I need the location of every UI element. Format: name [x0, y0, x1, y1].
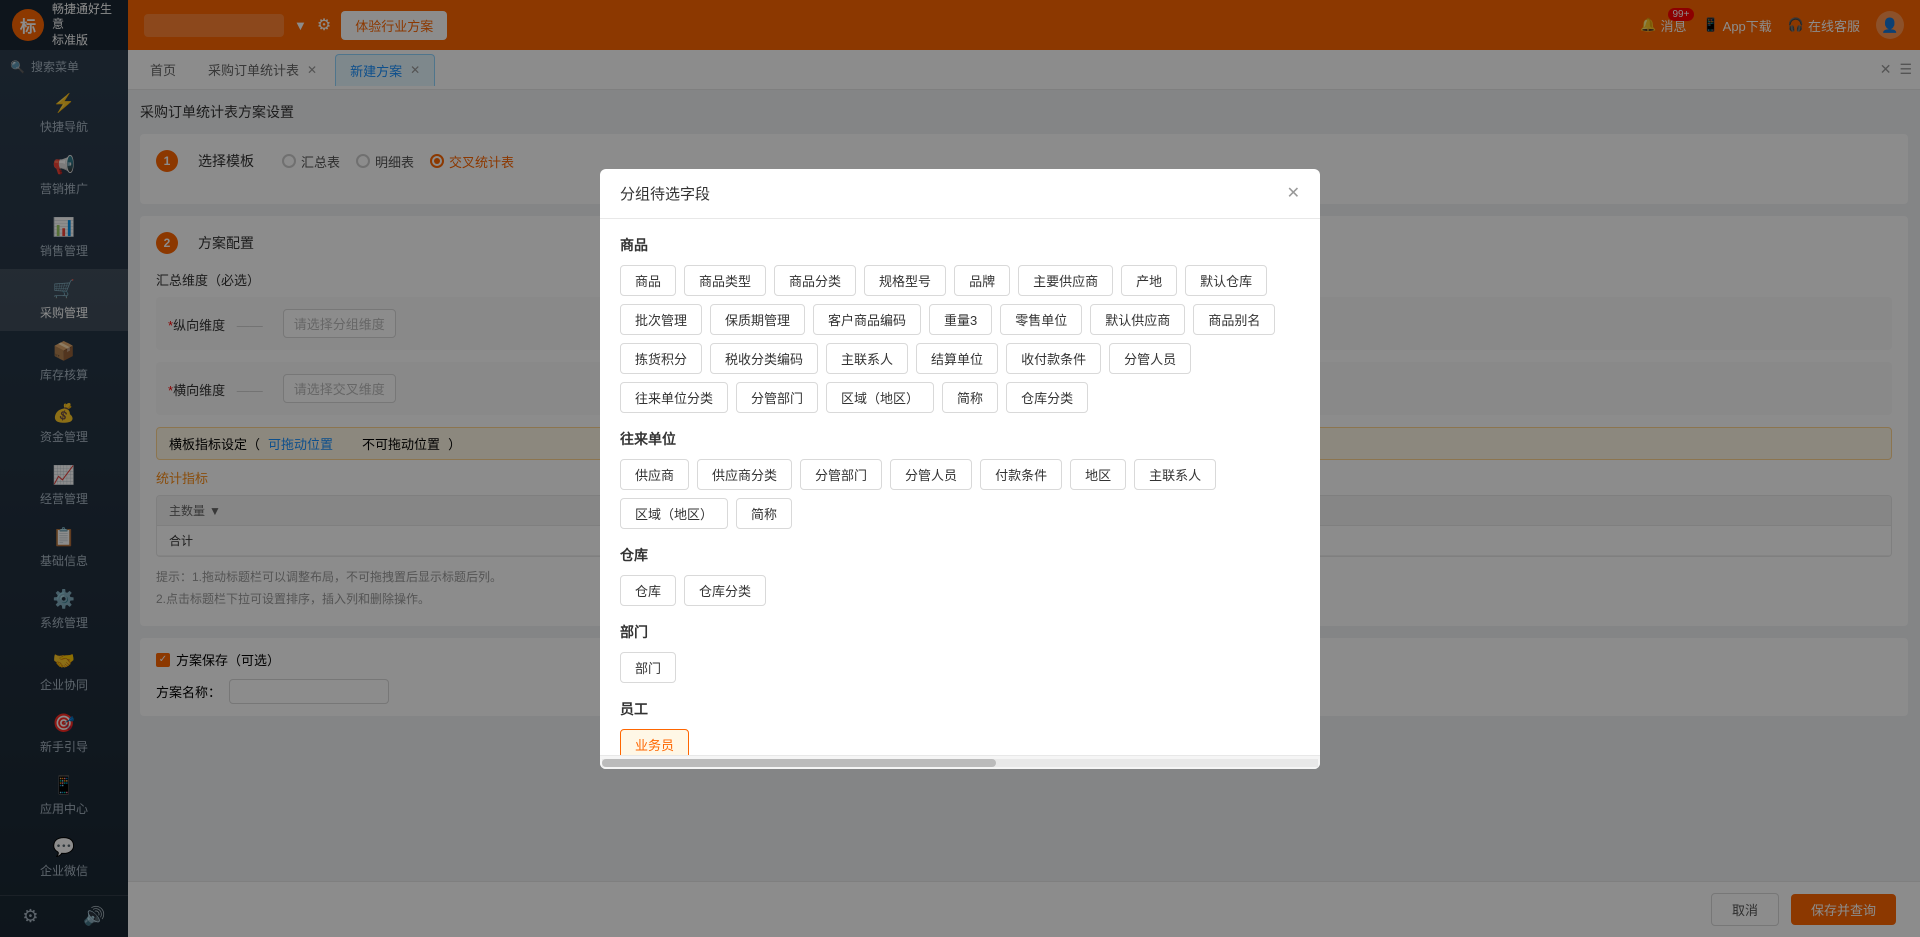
field-chip-product-2[interactable]: 商品分类	[774, 265, 856, 296]
field-chip-product-12[interactable]: 零售单位	[1000, 304, 1082, 335]
field-group-title-product: 商品	[620, 235, 1300, 255]
field-group-title-warehouse: 仓库	[620, 545, 1300, 565]
field-chips-product: 商品商品类型商品分类规格型号品牌主要供应商产地默认仓库批次管理保质期管理客户商品…	[620, 265, 1300, 413]
field-chip-product-9[interactable]: 保质期管理	[710, 304, 805, 335]
field-chip-product-8[interactable]: 批次管理	[620, 304, 702, 335]
field-chip-product-4[interactable]: 品牌	[954, 265, 1010, 296]
field-chip-partner-2[interactable]: 分管部门	[800, 459, 882, 490]
field-chip-product-1[interactable]: 商品类型	[684, 265, 766, 296]
field-chip-product-14[interactable]: 商品别名	[1193, 304, 1275, 335]
field-chip-partner-8[interactable]: 简称	[736, 498, 792, 529]
field-chip-product-24[interactable]: 简称	[942, 382, 998, 413]
modal-close-button[interactable]: ✕	[1287, 183, 1300, 203]
field-chip-partner-7[interactable]: 区域（地区）	[620, 498, 728, 529]
modal-hscrollbar-thumb	[602, 759, 996, 767]
field-group-department: 部门部门	[620, 622, 1300, 683]
field-chip-product-16[interactable]: 税收分类编码	[710, 343, 818, 374]
modal-hscrollbar-area	[600, 755, 1320, 769]
field-group-title-partner: 往来单位	[620, 429, 1300, 449]
field-chip-product-6[interactable]: 产地	[1121, 265, 1177, 296]
field-chip-product-0[interactable]: 商品	[620, 265, 676, 296]
field-chips-partner: 供应商供应商分类分管部门分管人员付款条件地区主联系人区域（地区） 简称	[620, 459, 1300, 529]
modal-title: 分组待选字段	[620, 183, 710, 204]
field-chip-product-25[interactable]: 仓库分类	[1006, 382, 1088, 413]
field-chip-product-15[interactable]: 拣货积分	[620, 343, 702, 374]
field-chip-partner-3[interactable]: 分管人员	[890, 459, 972, 490]
field-chip-product-21[interactable]: 往来单位分类	[620, 382, 728, 413]
field-chip-department-0[interactable]: 部门	[620, 652, 676, 683]
field-chip-partner-6[interactable]: 主联系人	[1134, 459, 1216, 490]
field-chip-product-23[interactable]: 区域（地区）	[826, 382, 934, 413]
field-chip-partner-1[interactable]: 供应商分类	[697, 459, 792, 490]
field-chip-product-13[interactable]: 默认供应商	[1090, 304, 1185, 335]
field-group-title-employee: 员工	[620, 699, 1300, 719]
field-chip-product-18[interactable]: 结算单位	[916, 343, 998, 374]
field-chip-product-22[interactable]: 分管部门	[736, 382, 818, 413]
field-chip-partner-0[interactable]: 供应商	[620, 459, 689, 490]
field-chip-product-17[interactable]: 主联系人	[826, 343, 908, 374]
field-group-product: 商品商品商品类型商品分类规格型号品牌主要供应商产地默认仓库批次管理保质期管理客户…	[620, 235, 1300, 413]
field-group-warehouse: 仓库仓库仓库分类	[620, 545, 1300, 606]
modal-hscrollbar[interactable]	[602, 759, 1318, 767]
field-chip-warehouse-0[interactable]: 仓库	[620, 575, 676, 606]
field-chip-product-11[interactable]: 重量3	[929, 304, 992, 335]
field-chip-partner-4[interactable]: 付款条件	[980, 459, 1062, 490]
modal-body: 商品商品商品类型商品分类规格型号品牌主要供应商产地默认仓库批次管理保质期管理客户…	[600, 219, 1320, 755]
field-group-title-department: 部门	[620, 622, 1300, 642]
field-chip-product-5[interactable]: 主要供应商	[1018, 265, 1113, 296]
modal: 分组待选字段 ✕ 商品商品商品类型商品分类规格型号品牌主要供应商产地默认仓库批次…	[600, 169, 1320, 769]
field-chip-employee-0[interactable]: 业务员	[620, 729, 689, 755]
field-chips-employee: 业务员	[620, 729, 1300, 755]
field-group-employee: 员工业务员	[620, 699, 1300, 755]
field-chip-product-3[interactable]: 规格型号	[864, 265, 946, 296]
field-chip-product-20[interactable]: 分管人员	[1109, 343, 1191, 374]
modal-overlay[interactable]: 分组待选字段 ✕ 商品商品商品类型商品分类规格型号品牌主要供应商产地默认仓库批次…	[0, 0, 1920, 937]
modal-header: 分组待选字段 ✕	[600, 169, 1320, 219]
field-chip-product-10[interactable]: 客户商品编码	[813, 304, 921, 335]
field-chip-warehouse-1[interactable]: 仓库分类	[684, 575, 766, 606]
field-chip-product-7[interactable]: 默认仓库	[1185, 265, 1267, 296]
field-chips-department: 部门	[620, 652, 1300, 683]
field-chip-partner-5[interactable]: 地区	[1070, 459, 1126, 490]
field-chip-product-19[interactable]: 收付款条件	[1006, 343, 1101, 374]
field-chips-warehouse: 仓库仓库分类	[620, 575, 1300, 606]
field-group-partner: 往来单位供应商供应商分类分管部门分管人员付款条件地区主联系人区域（地区） 简称	[620, 429, 1300, 529]
